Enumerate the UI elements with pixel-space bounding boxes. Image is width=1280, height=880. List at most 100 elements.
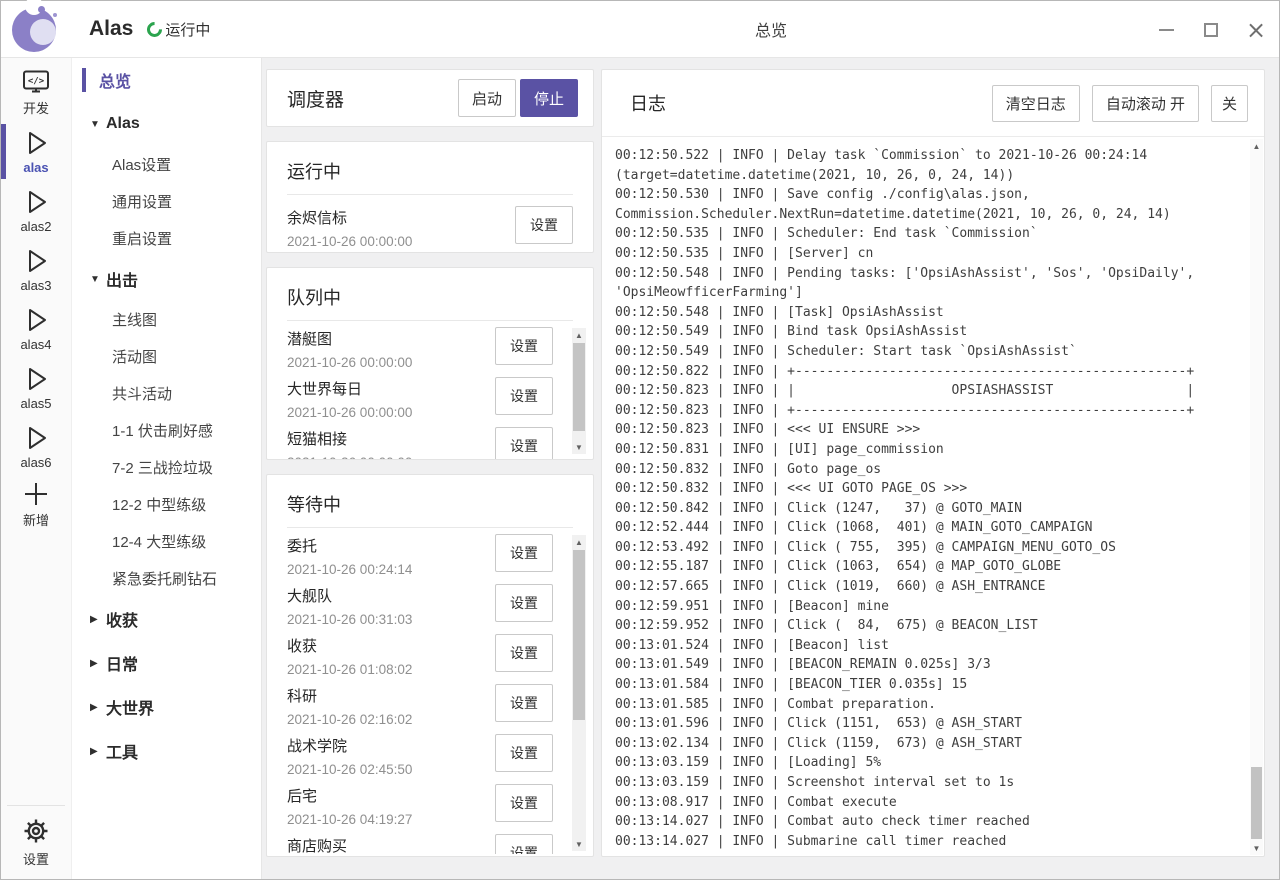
instance-rail: </> 开发 alas (1, 58, 72, 879)
menu-group-header[interactable]: ▶ 日常 (73, 641, 261, 685)
task-setting-button[interactable]: 设置 (495, 427, 553, 460)
menu-item[interactable]: 12-4 大型练级 (73, 523, 261, 560)
stop-button[interactable]: 停止 (520, 79, 578, 117)
gear-icon (20, 815, 52, 847)
rail-instance[interactable]: alas6 (1, 417, 71, 476)
task-setting-button[interactable]: 设置 (495, 734, 553, 772)
log-line: 00:12:50.548 | INFO | [Task] OpsiAshAssi… (615, 303, 1250, 323)
log-line: 00:12:50.823 | INFO | <<< UI ENSURE >>> (615, 420, 1250, 440)
task-setting-button[interactable]: 设置 (495, 634, 553, 672)
log-line: (target=datetime.datetime(2021, 10, 26, … (615, 166, 1250, 186)
chevron-icon: ▶ (90, 746, 106, 757)
waiting-scrollbar[interactable]: ▲ ▼ (572, 535, 586, 851)
menu-overview-label: 总览 (99, 68, 131, 92)
menu-item[interactable]: 重启设置 (73, 220, 261, 257)
log-line: 00:13:01.585 | INFO | Combat preparation… (615, 695, 1250, 715)
scroll-down-icon[interactable]: ▼ (1250, 841, 1263, 855)
running-task-list: 余烬信标 2021-10-26 00:00:00 设置 (287, 195, 573, 265)
menu-item[interactable]: 12-2 中型练级 (73, 486, 261, 523)
menu-item[interactable]: 共斗活动 (73, 375, 261, 412)
task-setting-button[interactable]: 设置 (495, 784, 553, 822)
menu-item[interactable]: 主线图 (73, 301, 261, 338)
task-row: 科研 2021-10-26 02:16:02 设置 (287, 678, 553, 728)
plus-icon (22, 480, 50, 508)
scrollbar-thumb[interactable] (573, 550, 585, 720)
log-output[interactable]: 00:12:50.522 | INFO | Delay task `Commis… (602, 138, 1250, 856)
close-button[interactable]: × (1247, 21, 1265, 39)
log-line: Commission.Scheduler.NextRun=datetime.da… (615, 205, 1250, 225)
task-setting-button[interactable]: 设置 (495, 327, 553, 365)
rail-instance[interactable]: alas4 (1, 299, 71, 358)
svg-text:</>: </> (28, 76, 45, 86)
menu-item[interactable]: 紧急委托刷钻石 (73, 560, 261, 597)
menu-sidebar: 总览 ▼ Alas Alas设置 通用设置 (73, 58, 262, 879)
rail-instance-label: alas2 (20, 219, 51, 234)
menu-group-header[interactable]: ▶ 收获 (73, 597, 261, 641)
menu-item[interactable]: Alas设置 (73, 146, 261, 183)
rail-instance-label: alas4 (20, 337, 51, 352)
log-line: 00:12:50.530 | INFO | Save config ./conf… (615, 185, 1250, 205)
menu-group-header[interactable]: ▶ 大世界 (73, 685, 261, 729)
menu-item[interactable]: 1-1 伏击刷好感 (73, 412, 261, 449)
scrollbar-thumb[interactable] (1251, 767, 1262, 839)
menu-group-header[interactable]: ▶ 工具 (73, 729, 261, 773)
clear-log-button[interactable]: 清空日志 (992, 85, 1080, 122)
menu-group-label: 出击 (106, 267, 138, 291)
menu-group-header[interactable]: ▼ Alas (73, 102, 261, 146)
waiting-title: 等待中 (287, 485, 573, 528)
scroll-down-icon[interactable]: ▼ (572, 837, 586, 851)
waiting-panel: 等待中 委托 2021-10-26 00:24:14 设置 大舰队 2021-1… (266, 474, 594, 857)
log-scrollbar[interactable]: ▲ ▼ (1250, 139, 1263, 855)
rail-instance-label: alas6 (20, 455, 51, 470)
maximize-button[interactable] (1202, 21, 1220, 39)
rail-item-add[interactable]: 新增 (1, 476, 71, 532)
menu-item[interactable]: 7-2 三战捡垃圾 (73, 449, 261, 486)
task-setting-button[interactable]: 设置 (495, 534, 553, 572)
scroll-down-icon[interactable]: ▼ (572, 440, 586, 454)
log-line: 00:12:50.823 | INFO | | OPSIASHASSIST | (615, 381, 1250, 401)
pending-scrollbar[interactable]: ▲ ▼ (572, 328, 586, 454)
scrollbar-thumb[interactable] (573, 343, 585, 431)
window-controls: × (1157, 1, 1265, 58)
menu-item[interactable]: 通用设置 (73, 183, 261, 220)
play-icon (21, 187, 51, 217)
log-line: 00:12:50.535 | INFO | [Server] cn (615, 244, 1250, 264)
log-line: 00:12:59.951 | INFO | [Beacon] mine (615, 597, 1250, 617)
chevron-icon: ▶ (90, 702, 106, 713)
task-setting-button[interactable]: 设置 (495, 584, 553, 622)
rail-item-dev[interactable]: </> 开发 (1, 63, 71, 122)
main-content: 调度器 启动 停止 运行中 余烬信标 2021-10-26 00:00:00 设… (262, 58, 1279, 879)
start-button[interactable]: 启动 (458, 79, 516, 117)
scroll-up-icon[interactable]: ▲ (1250, 139, 1263, 153)
menu-group-label: 日常 (106, 651, 138, 675)
pending-task-list[interactable]: 潜艇图 2021-10-26 00:00:00 设置 大世界每日 2021-10… (287, 321, 553, 460)
log-line: 00:12:59.952 | INFO | Click ( 84, 675) @… (615, 616, 1250, 636)
rail-item-settings[interactable]: 设置 (7, 805, 65, 879)
waiting-task-list[interactable]: 委托 2021-10-26 00:24:14 设置 大舰队 2021-10-26… (287, 528, 553, 854)
task-row: 战术学院 2021-10-26 02:45:50 设置 (287, 728, 553, 778)
task-setting-button[interactable]: 设置 (515, 206, 573, 244)
minimize-button[interactable] (1157, 21, 1175, 39)
task-row: 大世界每日 2021-10-26 00:00:00 设置 (287, 371, 553, 421)
autoscroll-on-button[interactable]: 自动滚动 开 (1092, 85, 1199, 122)
menu-subitem-list: 主线图 活动图 共斗活动 1-1 伏击刷好感 7-2 三战捡垃圾 12-2 中型… (73, 301, 261, 597)
menu-item-overview[interactable]: 总览 (73, 58, 261, 102)
task-setting-button[interactable]: 设置 (495, 684, 553, 722)
autoscroll-off-button[interactable]: 关 (1211, 85, 1248, 122)
menu-group-header[interactable]: ▼ 出击 (73, 257, 261, 301)
rail-instance[interactable]: alas5 (1, 358, 71, 417)
menu-item[interactable]: 活动图 (73, 338, 261, 375)
rail-instance-list: alas alas2 (1, 122, 71, 476)
scroll-up-icon[interactable]: ▲ (572, 328, 586, 342)
log-line: 00:13:01.524 | INFO | [Beacon] list (615, 636, 1250, 656)
scroll-up-icon[interactable]: ▲ (572, 535, 586, 549)
task-setting-button[interactable]: 设置 (495, 377, 553, 415)
rail-instance[interactable]: alas3 (1, 240, 71, 299)
rail-instance[interactable]: alas (1, 122, 71, 181)
rail-instance[interactable]: alas2 (1, 181, 71, 240)
chevron-icon: ▼ (90, 274, 106, 285)
app-title: Alas (89, 17, 133, 41)
log-line: 00:13:03.159 | INFO | Screenshot interva… (615, 773, 1250, 793)
menu-subitem-list: Alas设置 通用设置 重启设置 (73, 146, 261, 257)
task-setting-button[interactable]: 设置 (495, 834, 553, 854)
